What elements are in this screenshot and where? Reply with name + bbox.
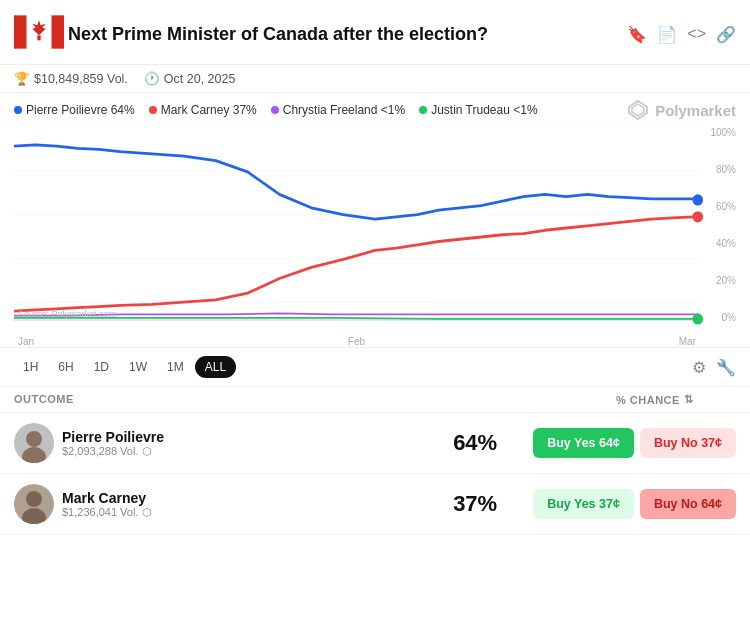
meta-row: 🏆 $10,849,859 Vol. 🕐 Oct 20, 2025 bbox=[0, 65, 750, 93]
svg-rect-1 bbox=[14, 15, 27, 48]
chart-area: Source: Polymarket.com 100% 80% 60% 40% … bbox=[14, 127, 736, 347]
svg-rect-2 bbox=[52, 15, 65, 48]
candidate-info-pierre: Pierre Poilievre $2,093,288 Vol. ⬡ bbox=[62, 429, 417, 458]
brand-label: Polymarket bbox=[655, 102, 736, 119]
legend-item-3: Justin Trudeau <1% bbox=[419, 103, 537, 117]
y-axis-labels: 100% 80% 60% 40% 20% 0% bbox=[700, 127, 736, 323]
y-label-100: 100% bbox=[700, 127, 736, 138]
y-label-20: 20% bbox=[700, 275, 736, 286]
buy-yes-carney[interactable]: Buy Yes 37¢ bbox=[533, 489, 634, 519]
legend-dot-3 bbox=[419, 106, 427, 114]
volume-icon: 🏆 bbox=[14, 71, 30, 86]
time-btn-1m[interactable]: 1M bbox=[158, 356, 193, 378]
time-btn-1w[interactable]: 1W bbox=[120, 356, 156, 378]
page-title: Next Prime Minister of Canada after the … bbox=[68, 24, 617, 45]
time-btn-all[interactable]: ALL bbox=[195, 356, 236, 378]
time-btn-1h[interactable]: 1H bbox=[14, 356, 47, 378]
svg-marker-5 bbox=[632, 104, 644, 116]
legend-dot-2 bbox=[271, 106, 279, 114]
buy-no-carney[interactable]: Buy No 64¢ bbox=[640, 489, 736, 519]
polymarket-logo: Polymarket bbox=[627, 99, 736, 121]
avatar-carney bbox=[14, 484, 54, 524]
x-axis-labels: Jan Feb Mar bbox=[14, 336, 700, 347]
chart-svg bbox=[14, 127, 736, 347]
link-icon[interactable]: 🔗 bbox=[716, 25, 736, 44]
legend-label-2: Chrystia Freeland <1% bbox=[283, 103, 405, 117]
share-icon-carney[interactable]: ⬡ bbox=[142, 506, 152, 519]
page-header: Next Prime Minister of Canada after the … bbox=[0, 0, 750, 65]
legend-item-0: Pierre Poilievre 64% bbox=[14, 103, 135, 117]
y-label-0: 0% bbox=[700, 312, 736, 323]
outcome-row-carney: Mark Carney $1,236,041 Vol. ⬡ 37% Buy Ye… bbox=[0, 474, 750, 535]
buy-no-pierre[interactable]: Buy No 37¢ bbox=[640, 428, 736, 458]
legend-dot-0 bbox=[14, 106, 22, 114]
chance-pierre: 64% bbox=[425, 430, 525, 456]
bookmark-icon[interactable]: 🔖 bbox=[627, 25, 647, 44]
y-label-60: 60% bbox=[700, 201, 736, 212]
settings-icon[interactable]: 🔧 bbox=[716, 358, 736, 377]
candidate-info-carney: Mark Carney $1,236,041 Vol. ⬡ bbox=[62, 490, 417, 519]
col-outcome-label: OUTCOME bbox=[14, 393, 616, 406]
buy-buttons-carney: Buy Yes 37¢ Buy No 64¢ bbox=[533, 489, 736, 519]
document-icon[interactable]: 📄 bbox=[657, 25, 677, 44]
col-chance-label: % CHANCE ⇅ bbox=[616, 393, 736, 406]
legend-item-1: Mark Carney 37% bbox=[149, 103, 257, 117]
chance-carney: 37% bbox=[425, 491, 525, 517]
candidate-name-pierre: Pierre Poilievre bbox=[62, 429, 417, 445]
time-btn-1d[interactable]: 1D bbox=[85, 356, 118, 378]
legend-row: Pierre Poilievre 64% Mark Carney 37% Chr… bbox=[0, 93, 750, 127]
candidate-vol-pierre: $2,093,288 Vol. ⬡ bbox=[62, 445, 417, 458]
share-icon-pierre[interactable]: ⬡ bbox=[142, 445, 152, 458]
filter-icon[interactable]: ⚙ bbox=[692, 358, 706, 377]
legend-label-1: Mark Carney 37% bbox=[161, 103, 257, 117]
x-label-mar: Mar bbox=[679, 336, 696, 347]
volume-meta: 🏆 $10,849,859 Vol. bbox=[14, 71, 128, 86]
date-meta: 🕐 Oct 20, 2025 bbox=[144, 71, 236, 86]
buy-buttons-pierre: Buy Yes 64¢ Buy No 37¢ bbox=[533, 428, 736, 458]
legend-label-0: Pierre Poilievre 64% bbox=[26, 103, 135, 117]
y-label-40: 40% bbox=[700, 238, 736, 249]
code-icon[interactable]: <> bbox=[687, 25, 706, 43]
time-controls: 1H 6H 1D 1W 1M ALL ⚙ 🔧 bbox=[0, 347, 750, 387]
time-btn-6h[interactable]: 6H bbox=[49, 356, 82, 378]
x-label-jan: Jan bbox=[18, 336, 34, 347]
svg-rect-3 bbox=[37, 35, 40, 40]
outcome-row-pierre: Pierre Poilievre $2,093,288 Vol. ⬡ 64% B… bbox=[0, 413, 750, 474]
clock-icon: 🕐 bbox=[144, 71, 160, 86]
volume-value: $10,849,859 Vol. bbox=[34, 72, 128, 86]
source-label: Source: Polymarket.com bbox=[18, 309, 116, 319]
buy-yes-pierre[interactable]: Buy Yes 64¢ bbox=[533, 428, 634, 458]
time-right-icons: ⚙ 🔧 bbox=[692, 358, 736, 377]
header-action-icons: 🔖 📄 <> 🔗 bbox=[627, 25, 736, 44]
candidate-name-carney: Mark Carney bbox=[62, 490, 417, 506]
avatar-pierre bbox=[14, 423, 54, 463]
svg-point-19 bbox=[26, 491, 42, 507]
canada-flag-icon bbox=[14, 12, 58, 56]
sort-icon[interactable]: ⇅ bbox=[684, 393, 694, 406]
legend-item-2: Chrystia Freeland <1% bbox=[271, 103, 405, 117]
y-label-80: 80% bbox=[700, 164, 736, 175]
outcomes-header: OUTCOME % CHANCE ⇅ bbox=[0, 387, 750, 413]
x-label-feb: Feb bbox=[348, 336, 365, 347]
candidate-vol-carney: $1,236,041 Vol. ⬡ bbox=[62, 506, 417, 519]
svg-point-16 bbox=[26, 431, 42, 447]
legend-dot-1 bbox=[149, 106, 157, 114]
legend-label-3: Justin Trudeau <1% bbox=[431, 103, 537, 117]
date-value: Oct 20, 2025 bbox=[164, 72, 236, 86]
